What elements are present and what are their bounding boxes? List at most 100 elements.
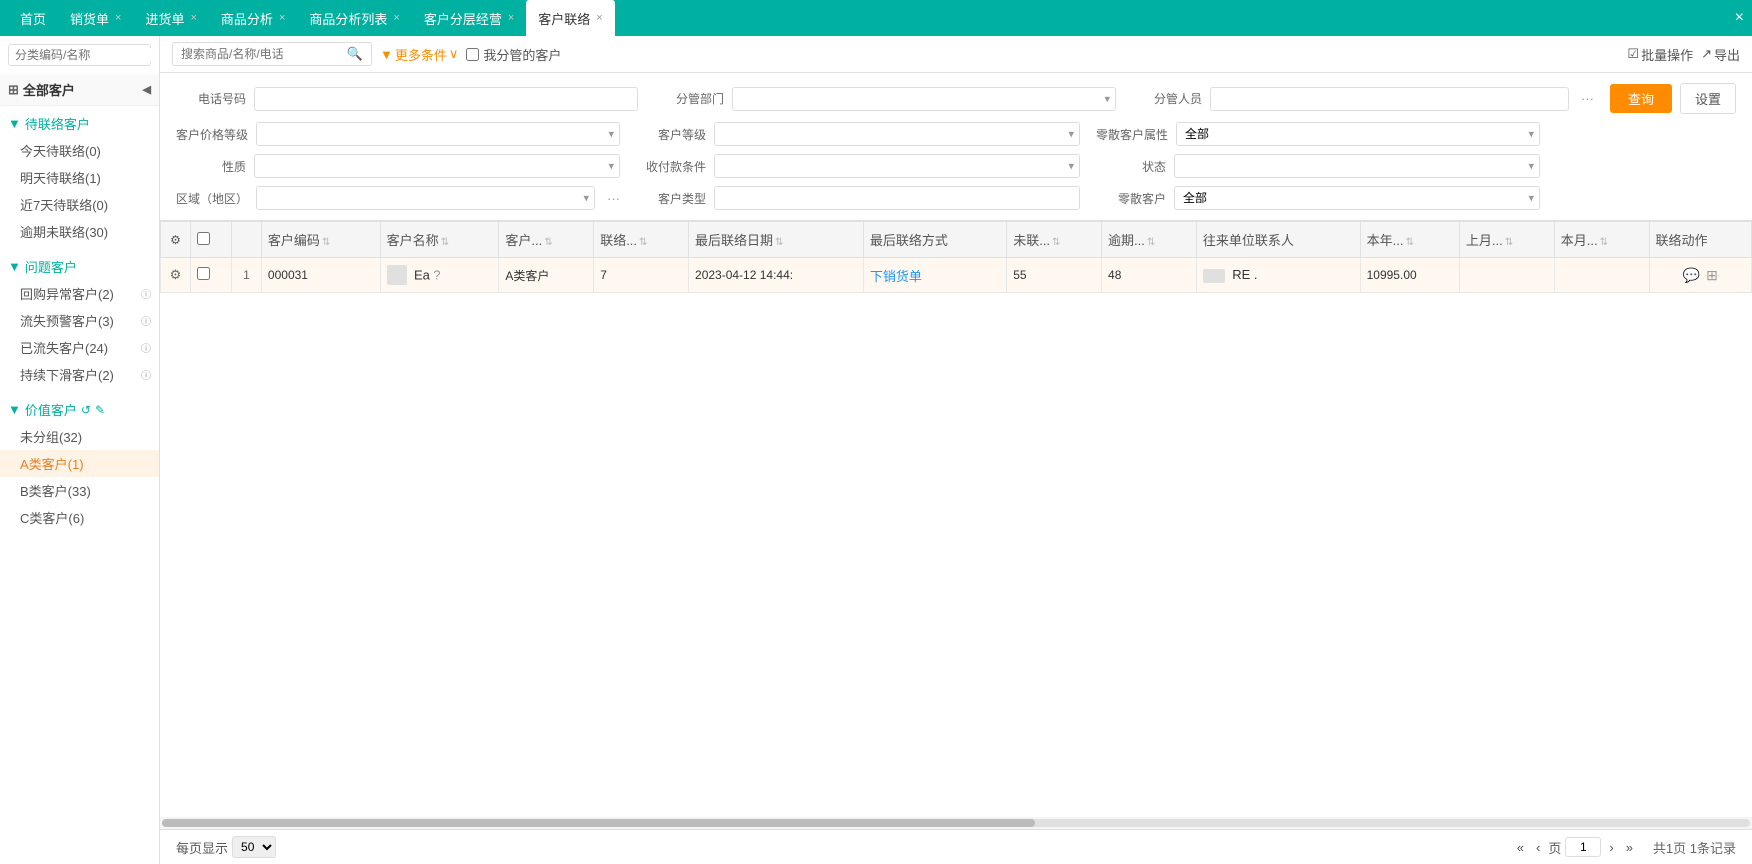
sidebar-item-overdue[interactable]: 逾期未联络(30) [0, 218, 159, 245]
payment-select[interactable] [714, 154, 1080, 178]
scroll-thumb[interactable] [162, 819, 1035, 827]
region-select-wrap[interactable] [256, 186, 595, 210]
page-number-input[interactable] [1565, 837, 1601, 857]
search-input[interactable] [181, 47, 347, 61]
sidebar-item-class-b[interactable]: B类客户(33) [0, 477, 159, 504]
status-select-wrap[interactable] [1174, 154, 1540, 178]
row-checkbox[interactable] [197, 267, 210, 280]
last-contact-link[interactable]: 下销货单 [870, 269, 922, 284]
horizontal-scrollbar[interactable] [160, 817, 1752, 829]
prev-page-button[interactable]: ‹ [1532, 838, 1544, 857]
next-page-button[interactable]: › [1605, 838, 1617, 857]
edit-icon[interactable]: ✎ [95, 403, 105, 417]
sidebar-item-ungrouped[interactable]: 未分组(32) [0, 423, 159, 450]
collapse-icon[interactable]: ◀ [143, 83, 151, 96]
refresh-icon[interactable]: ↺ [81, 403, 91, 417]
my-customers-checkbox[interactable] [466, 48, 479, 61]
qr-icon[interactable]: ⊞ [1706, 267, 1718, 284]
col-unit-contact[interactable]: 往来单位联系人 [1196, 222, 1360, 258]
total-info: 共1页 1条记录 [1653, 838, 1736, 857]
row-gear-cell[interactable]: ⚙ [161, 258, 191, 293]
chat-icon[interactable]: 💬 [1683, 267, 1700, 284]
retail-customer-select-wrap[interactable]: 全部 [1174, 186, 1540, 210]
close-sales-tab[interactable]: × [115, 12, 121, 24]
col-name[interactable]: 客户名称⇅ [380, 222, 499, 258]
col-gear[interactable]: ⚙ [161, 222, 191, 258]
close-product-analysis-list-tab[interactable]: × [393, 12, 399, 24]
col-this-month[interactable]: 本月...⇅ [1554, 222, 1649, 258]
status-select[interactable] [1174, 154, 1540, 178]
more-filter-button[interactable]: ▼ 更多条件 ∨ [380, 45, 458, 64]
col-last-contact-date[interactable]: 最后联络日期⇅ [689, 222, 864, 258]
batch-ops-button[interactable]: ☑ 批量操作 [1627, 45, 1693, 64]
row-check-cell[interactable] [191, 258, 232, 293]
sidebar-search-input[interactable] [15, 48, 160, 62]
region-more-icon[interactable]: ··· [607, 191, 620, 206]
close-product-analysis-tab[interactable]: × [279, 12, 285, 24]
sidebar-item-7days[interactable]: 近7天待联络(0) [0, 191, 159, 218]
col-code[interactable]: 客户编码⇅ [261, 222, 380, 258]
row-gear-icon[interactable]: ⚙ [170, 267, 182, 282]
nav-sales[interactable]: 销货单 × [58, 0, 133, 36]
col-contact[interactable]: 联络...⇅ [594, 222, 689, 258]
col-check[interactable] [191, 222, 232, 258]
close-customer-contact-tab[interactable]: × [596, 12, 602, 24]
sidebar-item-tomorrow[interactable]: 明天待联络(1) [0, 164, 159, 191]
sidebar-search-wrap[interactable]: 🔍 [8, 44, 151, 66]
query-button[interactable]: 查询 [1610, 84, 1672, 113]
last-page-button[interactable]: » [1622, 838, 1637, 857]
col-overdue[interactable]: 逾期...⇅ [1102, 222, 1197, 258]
manager-input[interactable] [1210, 87, 1569, 111]
col-this-year[interactable]: 本年...⇅ [1360, 222, 1459, 258]
dept-select[interactable] [732, 87, 1116, 111]
all-customers-header[interactable]: ⊞ 全部客户 ◀ [0, 74, 159, 106]
price-level-select[interactable] [256, 122, 620, 146]
retail-attr-select[interactable]: 全部 [1176, 122, 1540, 146]
settings-button[interactable]: 设置 [1680, 83, 1736, 114]
price-level-select-wrap[interactable] [256, 122, 620, 146]
nav-customer-segmentation[interactable]: 客户分层经营 × [412, 0, 526, 36]
phone-input[interactable] [254, 87, 638, 111]
sidebar-item-class-c[interactable]: C类客户(6) [0, 504, 159, 531]
retail-attr-select-wrap[interactable]: 全部 [1176, 122, 1540, 146]
sidebar-item-declining[interactable]: 持续下滑客户(2) ⓘ [0, 361, 159, 388]
nature-select-wrap[interactable] [254, 154, 620, 178]
grid-icon: ⊞ [8, 82, 19, 98]
col-no-contact[interactable]: 未联...⇅ [1007, 222, 1102, 258]
retail-customer-select[interactable]: 全部 [1174, 186, 1540, 210]
sidebar-item-class-a[interactable]: A类客户(1) [0, 450, 159, 477]
search-wrap[interactable]: 🔍 [172, 42, 372, 66]
customer-type-input[interactable] [714, 186, 1080, 210]
nav-purchase[interactable]: 进货单 × [133, 0, 208, 36]
nature-select[interactable] [254, 154, 620, 178]
customer-level-select-wrap[interactable] [714, 122, 1080, 146]
col-type[interactable]: 客户...⇅ [499, 222, 594, 258]
close-purchase-tab[interactable]: × [190, 12, 196, 24]
problem-customers-title[interactable]: ▼ 问题客户 [0, 253, 159, 280]
sidebar-item-churned[interactable]: 已流失客户(24) ⓘ [0, 334, 159, 361]
nav-product-analysis-list[interactable]: 商品分析列表 × [297, 0, 411, 36]
manager-more-icon[interactable]: ··· [1581, 91, 1594, 106]
nav-customer-contact[interactable]: 客户联络 × [526, 0, 614, 36]
col-last-month[interactable]: 上月...⇅ [1459, 222, 1554, 258]
close-customer-segmentation-tab[interactable]: × [508, 12, 514, 24]
row-last-contact-type[interactable]: 下销货单 [863, 258, 1006, 293]
export-button[interactable]: ↗ 导出 [1701, 45, 1740, 64]
sidebar-item-today[interactable]: 今天待联络(0) [0, 137, 159, 164]
customer-level-select[interactable] [714, 122, 1080, 146]
region-select[interactable] [256, 186, 595, 210]
payment-select-wrap[interactable] [714, 154, 1080, 178]
dept-select-wrap[interactable] [732, 87, 1116, 111]
nav-product-analysis[interactable]: 商品分析 × [209, 0, 297, 36]
value-customers-title[interactable]: ▼ 价值客户 ↺ ✎ [0, 396, 159, 423]
sidebar-item-churn-warning[interactable]: 流失预警客户(3) ⓘ [0, 307, 159, 334]
pending-contact-title[interactable]: ▼ 待联络客户 [0, 110, 159, 137]
sidebar-item-repurchase-anomaly[interactable]: 回购异常客户(2) ⓘ [0, 280, 159, 307]
select-all-checkbox[interactable] [197, 232, 210, 245]
col-last-contact-type[interactable]: 最后联络方式 [863, 222, 1006, 258]
first-page-button[interactable]: « [1513, 838, 1528, 857]
page-size-select[interactable]: 50 [232, 836, 276, 858]
window-close-button[interactable]: × [1735, 9, 1744, 27]
my-customers-checkbox-wrap[interactable]: 我分管的客户 [466, 45, 561, 64]
nav-home[interactable]: 首页 [8, 0, 58, 36]
